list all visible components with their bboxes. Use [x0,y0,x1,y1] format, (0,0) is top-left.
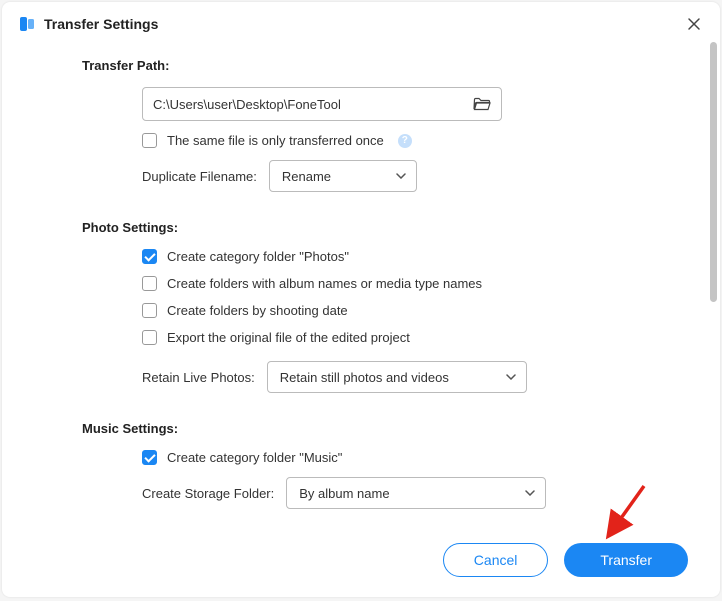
retain-live-label: Retain Live Photos: [142,370,255,385]
row-path [142,87,640,121]
section-title-music-settings: Music Settings: [82,421,640,436]
dialog-body: Transfer Path: The same file is only tra… [2,42,720,531]
storage-folder-label: Create Storage Folder: [142,486,274,501]
checkbox-photos-category-box[interactable] [142,249,157,264]
checkbox-album-folders: Create folders with album names or media… [142,276,640,291]
scrollbar-thumb[interactable] [710,42,717,302]
checkbox-music-category: Create category folder "Music" [142,450,640,465]
duplicate-filename-label: Duplicate Filename: [142,169,257,184]
checkbox-shooting-date-label: Create folders by shooting date [167,303,348,318]
storage-folder-value: By album name [299,486,389,501]
storage-folder-select[interactable]: By album name [286,477,546,509]
section-title-photo-settings: Photo Settings: [82,220,640,235]
checkbox-album-folders-label: Create folders with album names or media… [167,276,482,291]
browse-folder-icon[interactable] [473,95,491,113]
section-transfer-path: Transfer Path: The same file is only tra… [82,58,640,192]
section-music-settings: Music Settings: Create category folder "… [82,421,640,509]
checkbox-photos-category: Create category folder "Photos" [142,249,640,264]
help-icon[interactable]: ? [398,134,412,148]
checkbox-export-original-label: Export the original file of the edited p… [167,330,410,345]
cancel-button[interactable]: Cancel [443,543,549,577]
checkbox-same-file-once-label: The same file is only transferred once [167,133,384,148]
close-icon[interactable] [684,14,704,34]
checkbox-shooting-date: Create folders by shooting date [142,303,640,318]
chevron-down-icon [525,488,535,498]
checkbox-album-folders-box[interactable] [142,276,157,291]
path-input-wrap[interactable] [142,87,502,121]
section-photo-settings: Photo Settings: Create category folder "… [82,220,640,393]
dialog-header: Transfer Settings [2,2,720,42]
chevron-down-icon [396,171,406,181]
duplicate-filename-select[interactable]: Rename [269,160,417,192]
checkbox-same-file-once: The same file is only transferred once ? [142,133,640,148]
path-input[interactable] [153,97,473,112]
checkbox-music-category-box[interactable] [142,450,157,465]
dialog-footer: Cancel Transfer [2,531,720,597]
checkbox-export-original-box[interactable] [142,330,157,345]
row-storage-folder: Create Storage Folder: By album name [142,477,640,509]
app-icon [18,15,36,33]
duplicate-filename-value: Rename [282,169,331,184]
checkbox-music-category-label: Create category folder "Music" [167,450,342,465]
scrollbar[interactable] [709,42,718,537]
dialog-title: Transfer Settings [44,16,158,32]
checkbox-same-file-once-box[interactable] [142,133,157,148]
checkbox-shooting-date-box[interactable] [142,303,157,318]
retain-live-select[interactable]: Retain still photos and videos [267,361,527,393]
transfer-settings-dialog: Transfer Settings Transfer Path: The sam… [2,2,720,597]
row-duplicate-filename: Duplicate Filename: Rename [142,160,640,192]
chevron-down-icon [506,372,516,382]
checkbox-export-original: Export the original file of the edited p… [142,330,640,345]
transfer-button[interactable]: Transfer [564,543,688,577]
row-retain-live: Retain Live Photos: Retain still photos … [142,361,640,393]
checkbox-photos-category-label: Create category folder "Photos" [167,249,349,264]
section-title-transfer-path: Transfer Path: [82,58,640,73]
retain-live-value: Retain still photos and videos [280,370,449,385]
dialog-title-wrap: Transfer Settings [18,15,158,33]
